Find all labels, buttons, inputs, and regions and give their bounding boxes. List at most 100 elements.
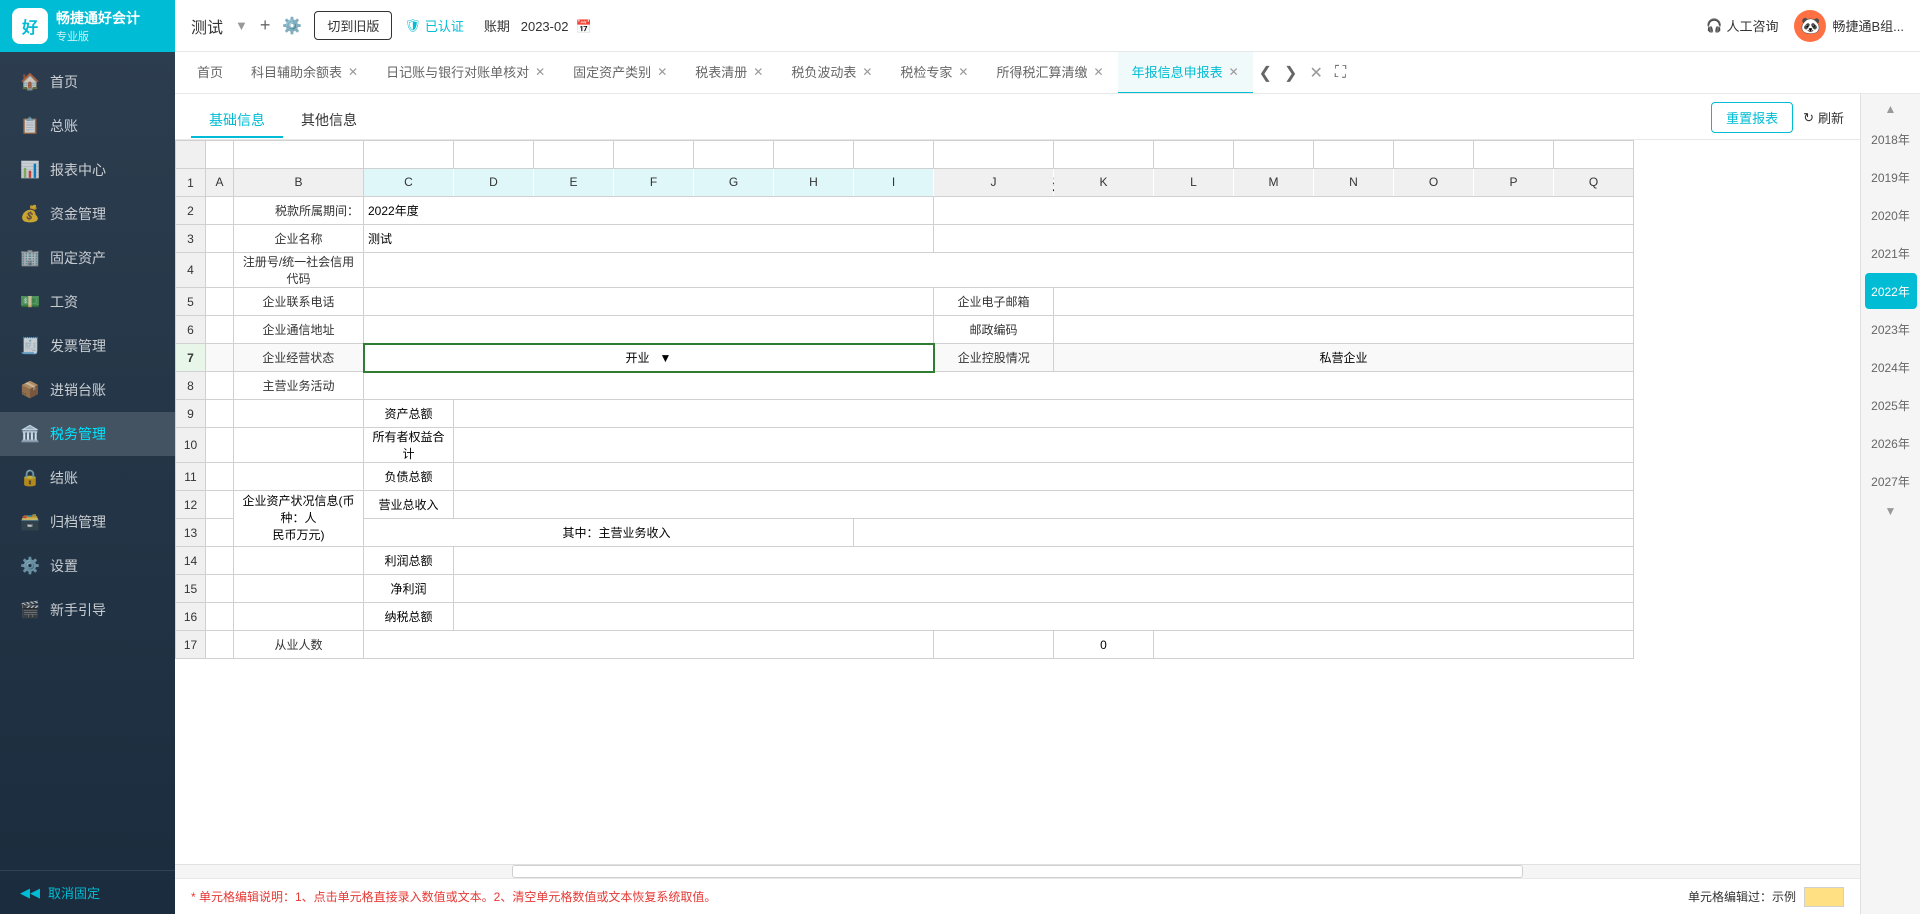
col-B-header[interactable]: B xyxy=(234,168,364,196)
tab-home[interactable]: 首页 xyxy=(183,52,237,94)
cell-7-B[interactable]: 企业经营状态 xyxy=(234,344,364,372)
cell-17-C[interactable] xyxy=(364,631,934,659)
sidebar-item-inout[interactable]: 📦 进销台账 xyxy=(0,368,175,412)
tab-journal-bank[interactable]: 日记账与银行对账单核对 ✕ xyxy=(372,52,559,94)
topbar-plus-btn[interactable]: + xyxy=(260,15,271,36)
tab-next-btn[interactable]: ❯ xyxy=(1278,63,1303,83)
col-H-header[interactable]: H xyxy=(774,168,854,196)
cell-17-K[interactable]: 0 xyxy=(1054,631,1154,659)
cell-10-C[interactable]: 所有者权益合计 xyxy=(364,428,454,463)
sidebar-item-guide[interactable]: 🎬 新手引导 xyxy=(0,588,175,632)
sidebar-item-tax[interactable]: 🏛️ 税务管理 xyxy=(0,412,175,456)
col-C-header[interactable]: C xyxy=(364,168,454,196)
service-btn[interactable]: 🎧 人工咨询 xyxy=(1706,16,1778,35)
cell-10-rest[interactable] xyxy=(454,428,1634,463)
cell-7-C-dropdown[interactable]: 开业 ▼ xyxy=(364,344,934,372)
year-2027[interactable]: 2027年 xyxy=(1865,463,1917,499)
cell-12-C[interactable]: 营业总收入 xyxy=(364,491,454,519)
cell-3-A[interactable] xyxy=(206,225,234,253)
switch-version-btn[interactable]: 切到旧版 xyxy=(314,11,392,40)
col-O-header[interactable]: O xyxy=(1394,168,1474,196)
cell-2-A[interactable] xyxy=(206,197,234,225)
sidebar-item-close[interactable]: 🔒 结账 xyxy=(0,456,175,500)
cell-17-rest[interactable] xyxy=(1154,631,1634,659)
tab-tax-return-close[interactable]: ✕ xyxy=(753,65,763,79)
year-2023[interactable]: 2023年 xyxy=(1865,311,1917,347)
year-2024[interactable]: 2024年 xyxy=(1865,349,1917,385)
cell-14-B[interactable] xyxy=(234,547,364,575)
cell-2-C[interactable]: 2022年度 xyxy=(364,197,934,225)
cell-16-rest[interactable] xyxy=(454,603,1634,631)
cell-8-B[interactable]: 主营业务活动 xyxy=(234,372,364,400)
cell-5-K[interactable] xyxy=(1054,288,1634,316)
cell-16-B[interactable] xyxy=(234,603,364,631)
cell-6-A[interactable] xyxy=(206,316,234,344)
col-D-header[interactable]: D xyxy=(454,168,534,196)
cancel-fixed-btn[interactable]: ◀◀ 取消固定 xyxy=(0,870,175,914)
tab-fixed-assets-close[interactable]: ✕ xyxy=(657,65,667,79)
cell-11-C[interactable]: 负债总额 xyxy=(364,463,454,491)
cell-2-rest[interactable] xyxy=(934,197,1634,225)
cell-11-rest[interactable] xyxy=(454,463,1634,491)
subtab-basic[interactable]: 基础信息 xyxy=(191,104,283,138)
year-2025[interactable]: 2025年 xyxy=(1865,387,1917,423)
sidebar-item-archive[interactable]: 🗃️ 归档管理 xyxy=(0,500,175,544)
tab-journal-bank-close[interactable]: ✕ xyxy=(535,65,545,79)
tab-tax-change[interactable]: 税负波动表 ✕ xyxy=(777,52,886,94)
topbar-dropdown-arrow[interactable]: ▼ xyxy=(235,18,248,33)
col-I-header[interactable]: I xyxy=(854,168,934,196)
cell-5-A[interactable] xyxy=(206,288,234,316)
year-2026[interactable]: 2026年 xyxy=(1865,425,1917,461)
year-up-btn[interactable]: ▲ xyxy=(1881,98,1901,120)
tab-expand-btn[interactable]: ⛶ xyxy=(1329,64,1352,82)
tab-close-all-btn[interactable]: ✕ xyxy=(1303,63,1328,83)
cell-8-A[interactable] xyxy=(206,372,234,400)
col-G-header[interactable]: G xyxy=(694,168,774,196)
col-E-header[interactable]: E xyxy=(534,168,614,196)
topbar-gear-btn[interactable]: ⚙️ xyxy=(282,16,302,36)
cell-11-A[interactable] xyxy=(206,463,234,491)
year-2018[interactable]: 2018年 xyxy=(1865,121,1917,157)
cell-6-C[interactable] xyxy=(364,316,934,344)
year-2022[interactable]: 2022年 xyxy=(1865,273,1917,309)
cell-16-A[interactable] xyxy=(206,603,234,631)
cell-17-J[interactable] xyxy=(934,631,1054,659)
sidebar-item-assets[interactable]: 🏢 固定资产 xyxy=(0,236,175,280)
cell-14-A[interactable] xyxy=(206,547,234,575)
tab-tax-change-close[interactable]: ✕ xyxy=(862,65,872,79)
cell-10-B[interactable] xyxy=(234,428,364,463)
subtab-other[interactable]: 其他信息 xyxy=(283,104,375,138)
cell-5-B[interactable]: 企业联系电话 xyxy=(234,288,364,316)
horizontal-scrollbar[interactable] xyxy=(175,864,1860,878)
col-L-header[interactable]: L xyxy=(1154,168,1234,196)
cell-16-C[interactable]: 纳税总额 xyxy=(364,603,454,631)
tab-aux-balance[interactable]: 科目辅助余额表 ✕ xyxy=(237,52,372,94)
cell-17-B[interactable]: 从业人数 xyxy=(234,631,364,659)
cell-13-rest[interactable] xyxy=(854,519,1634,547)
tab-prev-btn[interactable]: ❮ xyxy=(1253,63,1278,83)
year-2020[interactable]: 2020年 xyxy=(1865,197,1917,233)
col-M-header[interactable]: M xyxy=(1234,168,1314,196)
cell-8-C[interactable] xyxy=(364,372,1634,400)
cell-17-A[interactable] xyxy=(206,631,234,659)
col-Q-header[interactable]: Q xyxy=(1554,168,1634,196)
tab-income-tax[interactable]: 所得税汇算清缴 ✕ xyxy=(982,52,1117,94)
col-N-header[interactable]: N xyxy=(1314,168,1394,196)
cell-4-C[interactable] xyxy=(364,253,1634,288)
year-down-btn[interactable]: ▼ xyxy=(1881,500,1901,522)
sidebar-item-reports[interactable]: 📊 报表中心 xyxy=(0,148,175,192)
tab-annual-report-close[interactable]: ✕ xyxy=(1229,65,1239,79)
cell-14-C[interactable]: 利润总额 xyxy=(364,547,454,575)
refresh-btn[interactable]: ↻ 刷新 xyxy=(1803,108,1844,127)
tab-tax-expert[interactable]: 税检专家 ✕ xyxy=(886,52,982,94)
tab-fixed-assets[interactable]: 固定资产类别 ✕ xyxy=(559,52,681,94)
year-2019[interactable]: 2019年 xyxy=(1865,159,1917,195)
sidebar-item-ledger[interactable]: 📋 总账 xyxy=(0,104,175,148)
cell-9-A[interactable] xyxy=(206,400,234,428)
cell-5-J[interactable]: 企业电子邮箱 xyxy=(934,288,1054,316)
sidebar-item-home[interactable]: 🏠 首页 xyxy=(0,60,175,104)
cell-9-rest[interactable] xyxy=(454,400,1634,428)
cell-15-rest[interactable] xyxy=(454,575,1634,603)
cell-4-A[interactable] xyxy=(206,253,234,288)
cell-5-C[interactable] xyxy=(364,288,934,316)
